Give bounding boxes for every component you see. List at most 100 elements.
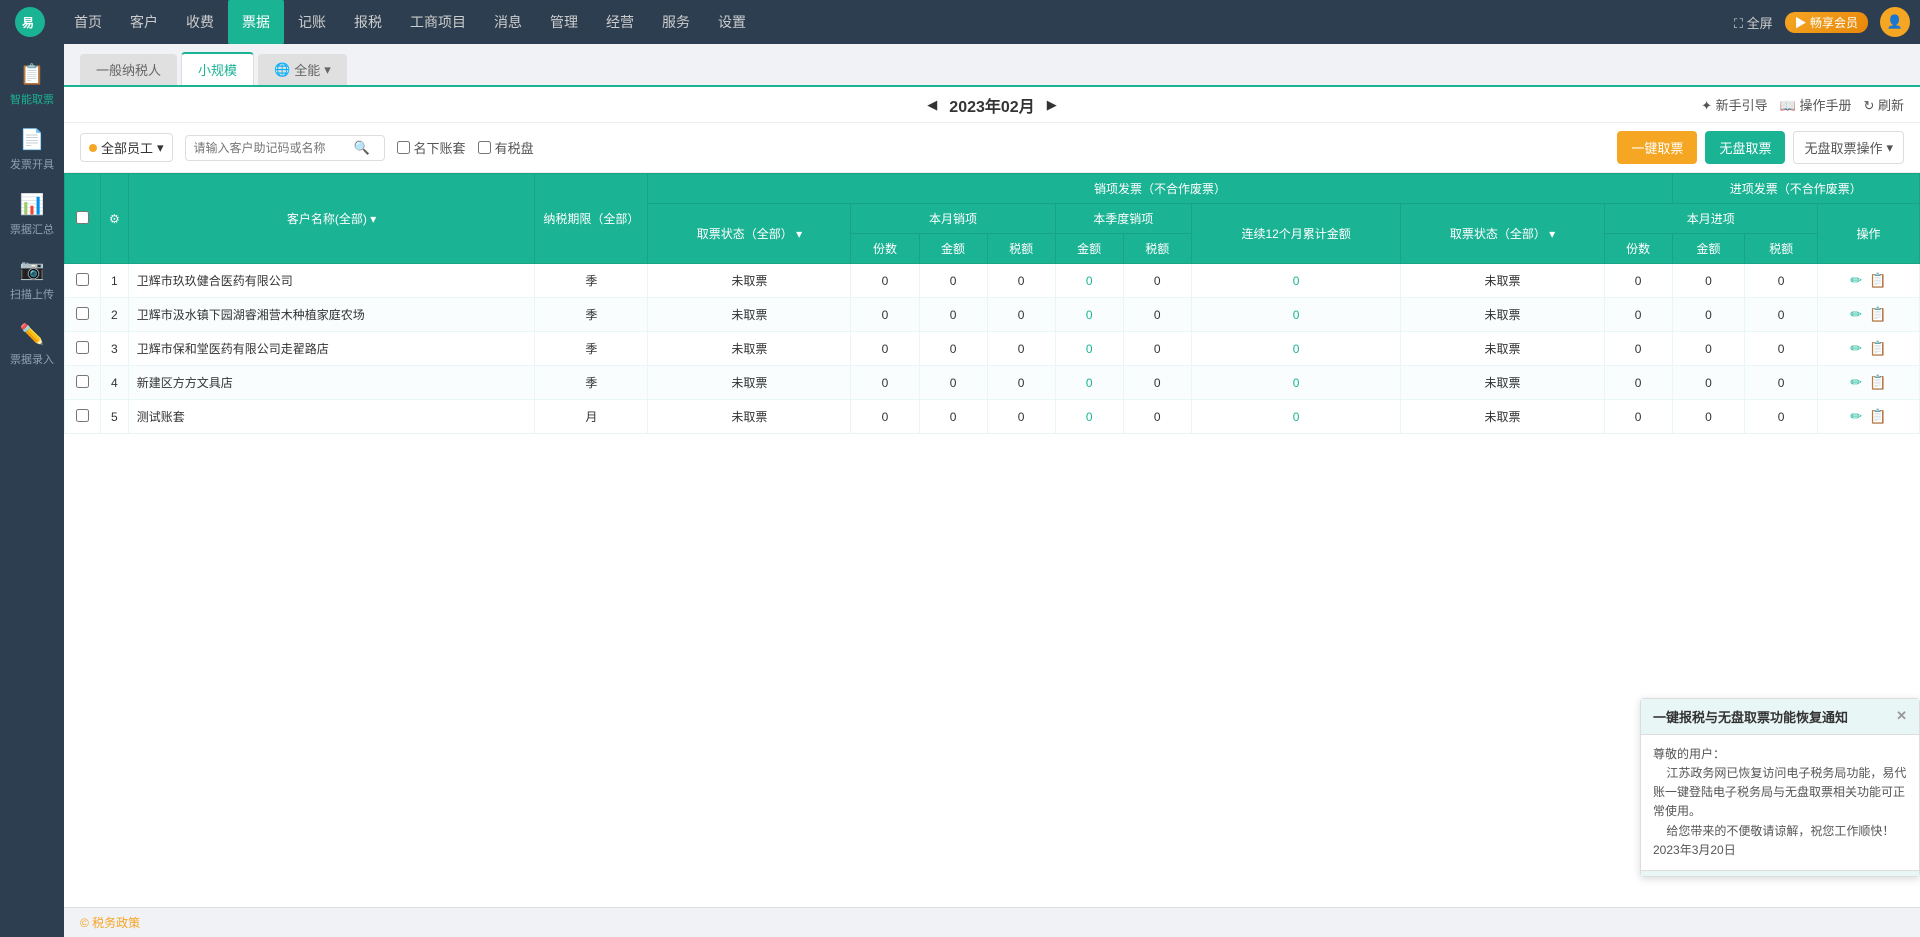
- nav-business[interactable]: 工商项目: [396, 0, 480, 44]
- next-period-button[interactable]: ▶: [1047, 97, 1057, 113]
- row-xiao-m-amount: 0: [919, 366, 987, 400]
- row-xiao-m-amount: 0: [919, 264, 987, 298]
- xiao-q-amount-link[interactable]: 0: [1086, 274, 1093, 288]
- sidebar-item-invoice-summary[interactable]: 📊 票据汇总: [2, 184, 62, 245]
- edit-icon[interactable]: ✏: [1850, 306, 1862, 322]
- no-disk-ops-button[interactable]: 无盘取票操作 ▾: [1793, 131, 1904, 164]
- view-icon[interactable]: 📋: [1869, 408, 1886, 424]
- my-account-checkbox[interactable]: [397, 141, 410, 154]
- row-xiao-m-tax: 0: [987, 264, 1055, 298]
- row-checkbox[interactable]: [76, 307, 89, 320]
- row-jin-m-copies: 0: [1604, 366, 1672, 400]
- nav-tax[interactable]: 报税: [340, 0, 396, 44]
- row-xiao-12m: 0: [1191, 400, 1401, 434]
- notification-header: 一键报税与无盘取票功能恢复通知 ✕: [1641, 699, 1919, 735]
- xiao-q-amount-link[interactable]: 0: [1086, 376, 1093, 390]
- xiao-12m-link[interactable]: 0: [1293, 376, 1300, 390]
- view-icon[interactable]: 📋: [1869, 306, 1886, 322]
- nav-accounting[interactable]: 记账: [284, 0, 340, 44]
- row-xiao-q-tax: 0: [1123, 400, 1191, 434]
- xiao-12m-link[interactable]: 0: [1293, 274, 1300, 288]
- row-checkbox[interactable]: [76, 409, 89, 422]
- xiao-q-amount-link[interactable]: 0: [1086, 342, 1093, 356]
- sidebar: 📋 智能取票 📄 发票开具 📊 票据汇总 📷 扫描上传 ✏️ 票据录入: [0, 44, 64, 937]
- xiao-12m-link[interactable]: 0: [1293, 342, 1300, 356]
- nav-service[interactable]: 服务: [648, 0, 704, 44]
- row-jin-m-copies: 0: [1604, 400, 1672, 434]
- tab-small-scale[interactable]: 小规模: [181, 52, 254, 85]
- my-account-checkbox-label[interactable]: 名下账套: [397, 138, 466, 157]
- nav-operation[interactable]: 经营: [592, 0, 648, 44]
- xiao-12m-link[interactable]: 0: [1293, 410, 1300, 424]
- table-row: 2 卫辉市汲水镇下园湖睿湘营木种植家庭农场 季 未取票 0 0 0 0 0 0 …: [65, 298, 1920, 332]
- row-jin-status: 未取票: [1401, 298, 1604, 332]
- notification-panel: 一键报税与无盘取票功能恢复通知 ✕ 尊敬的用户： 江苏政务网已恢复访问电子税务局…: [1640, 698, 1920, 877]
- row-jin-status: 未取票: [1401, 400, 1604, 434]
- tab-general-taxpayer[interactable]: 一般纳税人: [80, 54, 177, 85]
- notification-close-icon[interactable]: ✕: [1896, 708, 1907, 724]
- avatar[interactable]: 👤: [1880, 7, 1910, 37]
- sidebar-item-invoice-entry[interactable]: ✏️ 票据录入: [2, 314, 62, 375]
- sidebar-item-smart-fetch[interactable]: 📋 智能取票: [2, 54, 62, 115]
- svg-text:易: 易: [22, 16, 34, 30]
- vip-button[interactable]: ▶ 畅享会员: [1785, 12, 1868, 33]
- invoice-issue-icon: 📄: [20, 127, 45, 152]
- row-xiao-q-amount: 0: [1055, 332, 1123, 366]
- row-xiao-q-tax: 0: [1123, 366, 1191, 400]
- nav-fee[interactable]: 收费: [172, 0, 228, 44]
- nav-home[interactable]: 首页: [60, 0, 116, 44]
- nav-message[interactable]: 消息: [480, 0, 536, 44]
- row-client-name: 卫辉市汲水镇下园湖睿湘营木种植家庭农场: [128, 298, 535, 332]
- settings-icon[interactable]: ⚙: [109, 212, 120, 226]
- table-row: 3 卫辉市保和堂医药有限公司走翟路店 季 未取票 0 0 0 0 0 0 未取票…: [65, 332, 1920, 366]
- th-jin-group: 进项发票（不合作废票）: [1672, 174, 1919, 204]
- row-jin-m-tax: 0: [1745, 366, 1818, 400]
- row-tax-period: 季: [535, 264, 648, 298]
- row-checkbox[interactable]: [76, 273, 89, 286]
- sidebar-item-invoice-issue[interactable]: 📄 发票开具: [2, 119, 62, 180]
- layout: 📋 智能取票 📄 发票开具 📊 票据汇总 📷 扫描上传 ✏️ 票据录入 一般纳税…: [0, 44, 1920, 937]
- scan-upload-icon: 📷: [20, 257, 45, 282]
- tab-all[interactable]: 🌐 全能 ▾: [258, 54, 347, 85]
- xiao-q-amount-link[interactable]: 0: [1086, 308, 1093, 322]
- row-xiao-m-copies: 0: [851, 298, 919, 332]
- view-icon[interactable]: 📋: [1869, 340, 1886, 356]
- manual-link[interactable]: 📖 操作手册: [1780, 95, 1852, 114]
- select-all-checkbox[interactable]: [76, 211, 89, 224]
- nav-settings[interactable]: 设置: [704, 0, 760, 44]
- xiao-q-amount-link[interactable]: 0: [1086, 410, 1093, 424]
- row-actions: ✏ 📋: [1817, 332, 1919, 366]
- dropdown-icon: ▾: [1886, 140, 1893, 156]
- th-actions: 操作: [1817, 204, 1919, 264]
- edit-icon[interactable]: ✏: [1850, 408, 1862, 424]
- search-input[interactable]: [194, 141, 354, 155]
- prev-period-button[interactable]: ◀: [927, 97, 937, 113]
- edit-icon[interactable]: ✏: [1850, 272, 1862, 288]
- th-jin-status: 取票状态（全部） ▾: [1401, 204, 1604, 264]
- view-icon[interactable]: 📋: [1869, 272, 1886, 288]
- view-icon[interactable]: 📋: [1869, 374, 1886, 390]
- row-checkbox[interactable]: [76, 341, 89, 354]
- row-xiao-m-copies: 0: [851, 400, 919, 434]
- tax-policy[interactable]: © 税务政策: [64, 907, 1920, 937]
- search-icon[interactable]: 🔍: [354, 140, 370, 156]
- row-actions: ✏ 📋: [1817, 264, 1919, 298]
- fullscreen-btn[interactable]: ⛶ 全屏: [1734, 13, 1773, 32]
- refresh-button[interactable]: ↻ 刷新: [1863, 95, 1904, 114]
- employee-select[interactable]: 全部员工 ▾: [80, 133, 173, 162]
- xiao-12m-link[interactable]: 0: [1293, 308, 1300, 322]
- row-number: 4: [101, 366, 129, 400]
- sidebar-item-scan-upload[interactable]: 📷 扫描上传: [2, 249, 62, 310]
- new-guide-link[interactable]: ✦ 新手引导: [1701, 95, 1768, 114]
- no-disk-button[interactable]: 无盘取票: [1705, 131, 1785, 164]
- has-tax-disk-checkbox[interactable]: [478, 141, 491, 154]
- row-checkbox[interactable]: [76, 375, 89, 388]
- nav-customer[interactable]: 客户: [116, 0, 172, 44]
- has-tax-disk-checkbox-label[interactable]: 有税盘: [478, 138, 534, 157]
- edit-icon[interactable]: ✏: [1850, 340, 1862, 356]
- one-click-button[interactable]: 一键取票: [1617, 131, 1697, 164]
- nav-manage[interactable]: 管理: [536, 0, 592, 44]
- edit-icon[interactable]: ✏: [1850, 374, 1862, 390]
- nav-invoice[interactable]: 票据: [228, 0, 284, 44]
- notification-body: 尊敬的用户： 江苏政务网已恢复访问电子税务局功能，易代账一键登陆电子税务局与无盘…: [1641, 735, 1919, 870]
